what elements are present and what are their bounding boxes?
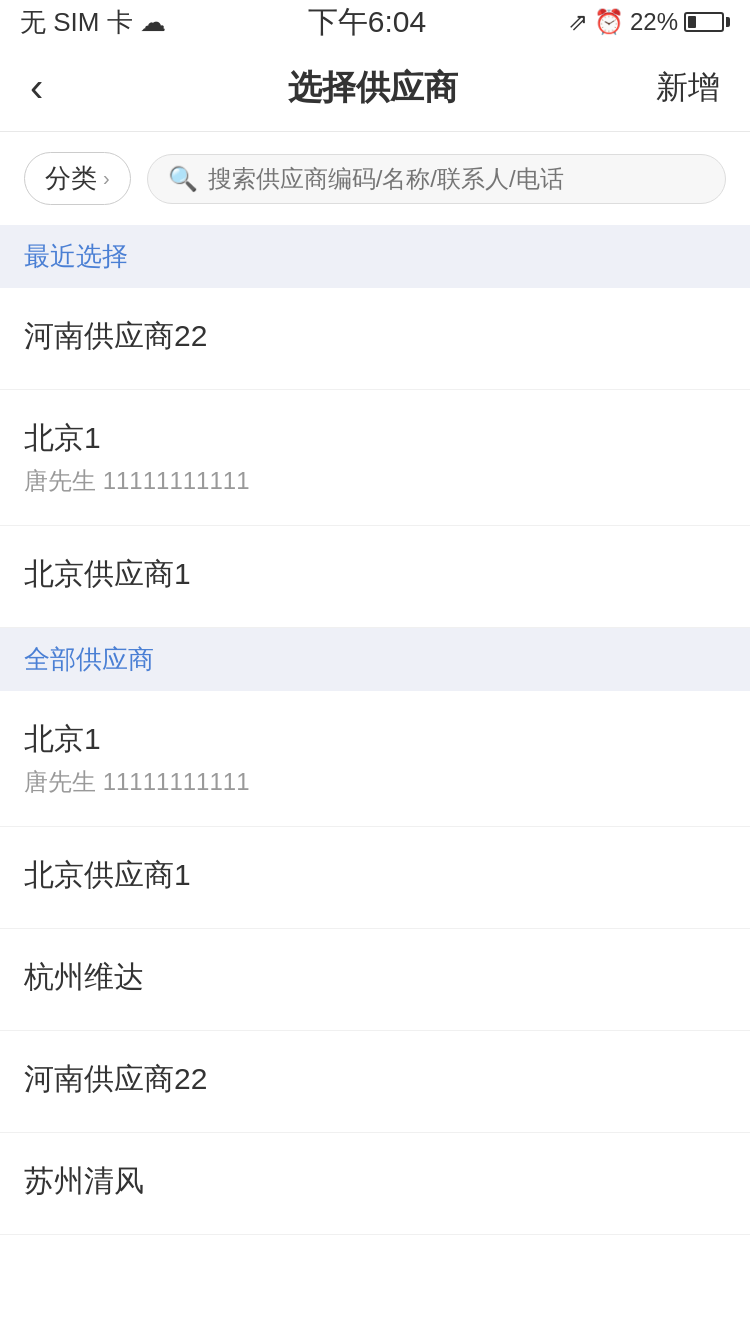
- back-button[interactable]: ‹: [30, 65, 90, 110]
- list-item[interactable]: 杭州维达: [0, 929, 750, 1031]
- status-left: 无 SIM 卡 ☁: [20, 5, 166, 40]
- supplier-name: 北京1: [24, 719, 726, 760]
- status-time: 下午6:04: [308, 2, 426, 43]
- status-bar: 无 SIM 卡 ☁ 下午6:04 ⇗ ⏰ 22%: [0, 0, 750, 44]
- sim-status: 无 SIM 卡 ☁: [20, 5, 166, 40]
- supplier-name: 北京供应商1: [24, 855, 726, 896]
- supplier-contact: 唐先生 11111111111: [24, 766, 726, 798]
- category-label: 分类: [45, 161, 97, 196]
- page-title: 选择供应商: [288, 65, 458, 111]
- supplier-name: 杭州维达: [24, 957, 726, 998]
- battery-percent: 22%: [630, 8, 678, 36]
- category-filter[interactable]: 分类 ›: [24, 152, 131, 205]
- search-icon: 🔍: [168, 165, 198, 193]
- supplier-name: 河南供应商22: [24, 316, 726, 357]
- supplier-name: 北京供应商1: [24, 554, 726, 595]
- search-input[interactable]: [208, 165, 705, 193]
- section-header-all: 全部供应商: [0, 628, 750, 691]
- supplier-name: 苏州清风: [24, 1161, 726, 1202]
- list-item[interactable]: 北京1 唐先生 11111111111: [0, 390, 750, 526]
- supplier-name: 北京1: [24, 418, 726, 459]
- supplier-list: 最近选择河南供应商22 北京1 唐先生 11111111111 北京供应商1 全部供应商…: [0, 225, 750, 1235]
- list-item[interactable]: 苏州清风: [0, 1133, 750, 1235]
- alarm-icon: ⏰: [594, 8, 624, 36]
- filter-row: 分类 › 🔍: [0, 132, 750, 225]
- chevron-right-icon: ›: [103, 167, 110, 190]
- list-item[interactable]: 北京供应商1: [0, 827, 750, 929]
- battery-indicator: [684, 12, 730, 32]
- supplier-name: 河南供应商22: [24, 1059, 726, 1100]
- status-right: ⇗ ⏰ 22%: [568, 8, 730, 36]
- list-item[interactable]: 河南供应商22: [0, 288, 750, 390]
- list-item[interactable]: 河南供应商22: [0, 1031, 750, 1133]
- supplier-contact: 唐先生 11111111111: [24, 465, 726, 497]
- search-box[interactable]: 🔍: [147, 154, 726, 204]
- section-header-recent: 最近选择: [0, 225, 750, 288]
- list-item[interactable]: 北京供应商1: [0, 526, 750, 628]
- location-icon: ⇗: [568, 8, 588, 36]
- add-button[interactable]: 新增: [656, 66, 720, 110]
- list-item[interactable]: 北京1 唐先生 11111111111: [0, 691, 750, 827]
- nav-bar: ‹ 选择供应商 新增: [0, 44, 750, 132]
